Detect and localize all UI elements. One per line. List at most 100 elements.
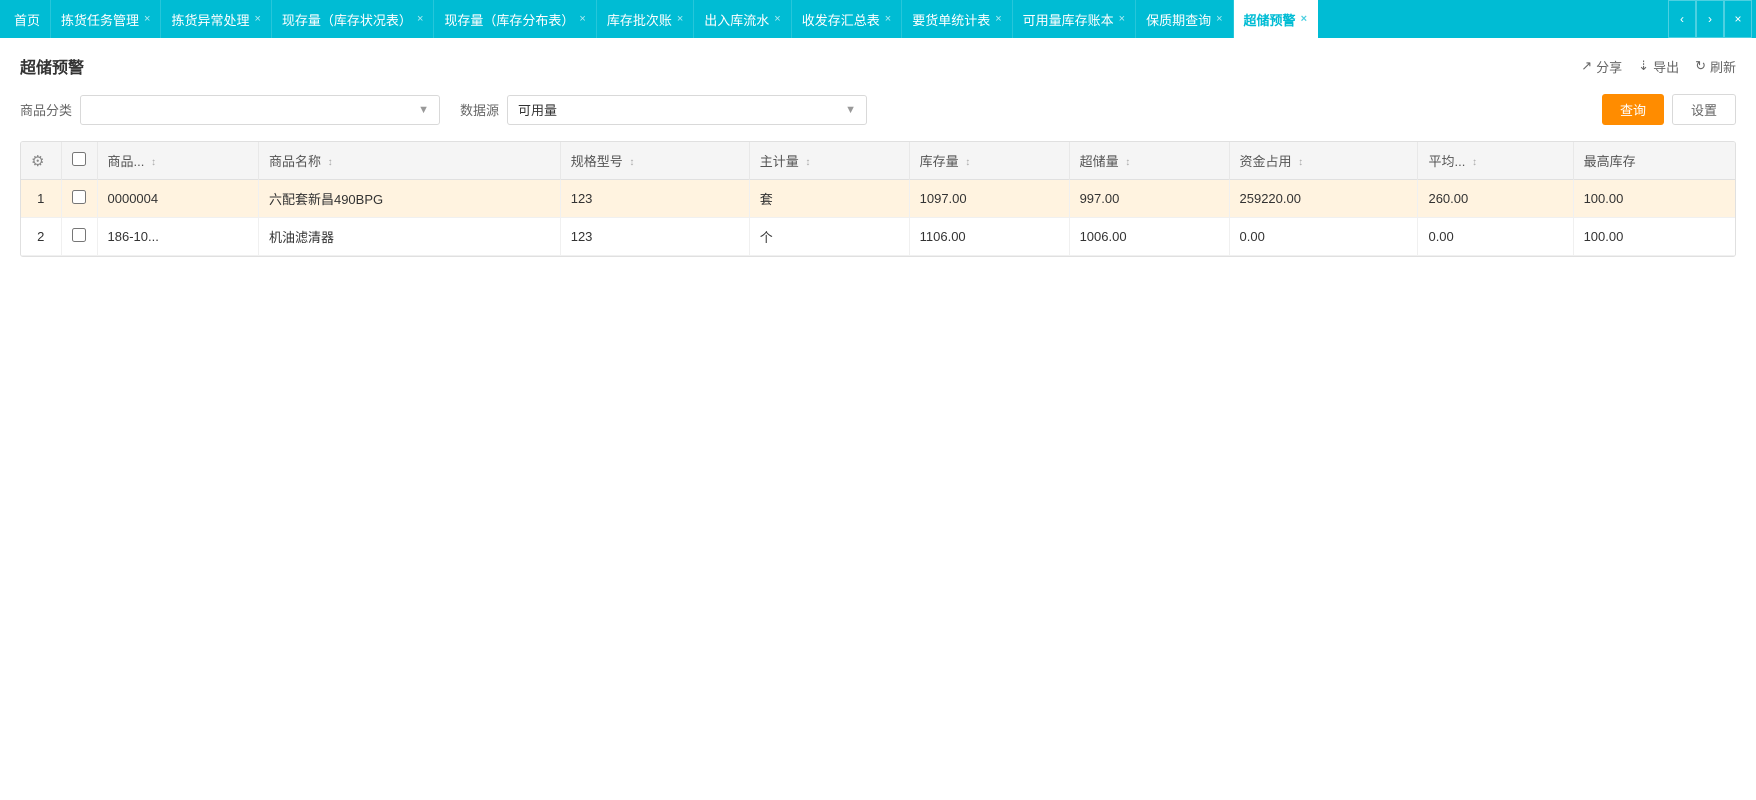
table-row: 1 0000004 六配套新昌490BPG 123 套 1097.00 997.… xyxy=(21,180,1735,218)
th-spec[interactable]: 规格型号 ↕ xyxy=(560,142,749,180)
page-title: 超储预警 xyxy=(20,54,84,78)
th-avg-price[interactable]: 平均... ↕ xyxy=(1418,142,1573,180)
row-checkbox-0[interactable] xyxy=(72,190,86,204)
close-avail-account[interactable]: × xyxy=(1119,13,1125,25)
th-checkbox xyxy=(61,142,97,180)
settings-button[interactable]: 设置 xyxy=(1672,94,1736,125)
nav-flow[interactable]: 出入库流水 × xyxy=(694,0,791,38)
close-pick-task[interactable]: × xyxy=(144,13,150,25)
export-action[interactable]: ⇣ 导出 xyxy=(1638,57,1679,76)
nav-overstock[interactable]: 超储预警 × xyxy=(1234,0,1318,38)
sort-icon-avg-price: ↕ xyxy=(1472,158,1477,168)
td-product-name-0: 六配套新昌490BPG xyxy=(258,180,560,218)
th-max-stock[interactable]: 最高库存 xyxy=(1573,142,1735,180)
product-category-arrow: ▼ xyxy=(418,104,429,116)
page-title-bar: 超储预警 ↗ 分享 ⇣ 导出 ↻ 刷新 xyxy=(20,54,1736,78)
filter-actions: 查询 设置 xyxy=(1602,94,1736,125)
nav-close-arrow[interactable]: × xyxy=(1724,0,1752,38)
nav-home[interactable]: 首页 xyxy=(4,0,51,38)
td-checkbox-1 xyxy=(61,218,97,256)
td-product-name-1: 机油滤清器 xyxy=(258,218,560,256)
td-max-stock-0: 100.00 xyxy=(1573,180,1735,218)
th-stock[interactable]: 库存量 ↕ xyxy=(909,142,1069,180)
close-flow[interactable]: × xyxy=(774,13,780,25)
refresh-icon: ↻ xyxy=(1695,58,1706,74)
sort-icon-product-code: ↕ xyxy=(151,158,156,168)
table-row: 2 186-10... 机油滤清器 123 个 1106.00 1006.00 … xyxy=(21,218,1735,256)
export-icon: ⇣ xyxy=(1638,58,1649,74)
close-order-stat[interactable]: × xyxy=(995,13,1001,25)
td-overstock-1: 1006.00 xyxy=(1069,218,1229,256)
td-avg-price-0: 260.00 xyxy=(1418,180,1573,218)
td-checkbox-0 xyxy=(61,180,97,218)
td-settings-1: 2 xyxy=(21,218,61,256)
td-max-stock-1: 100.00 xyxy=(1573,218,1735,256)
td-product-code-1: 186-10... xyxy=(97,218,258,256)
data-source-value: 可用量 xyxy=(518,100,557,119)
td-stock-0: 1097.00 xyxy=(909,180,1069,218)
sort-icon-capital: ↕ xyxy=(1298,158,1303,168)
td-capital-0: 259220.00 xyxy=(1229,180,1418,218)
nav-recv-summary[interactable]: 收发存汇总表 × xyxy=(792,0,902,38)
nav-stock-status[interactable]: 现存量（库存状况表） × xyxy=(272,0,434,38)
product-category-select[interactable]: ▼ xyxy=(80,95,440,125)
td-settings-0: 1 xyxy=(21,180,61,218)
product-category-label: 商品分类 xyxy=(20,100,72,119)
close-batch-account[interactable]: × xyxy=(677,13,683,25)
th-overstock[interactable]: 超储量 ↕ xyxy=(1069,142,1229,180)
nav-stock-dist[interactable]: 现存量（库存分布表） × xyxy=(434,0,596,38)
close-stock-dist[interactable]: × xyxy=(579,13,585,25)
row-checkbox-1[interactable] xyxy=(72,228,86,242)
data-table: ⚙ 商品... ↕ 商品名称 ↕ 规格型号 ↕ xyxy=(21,142,1735,256)
close-pick-exception[interactable]: × xyxy=(254,13,260,25)
td-stock-1: 1106.00 xyxy=(909,218,1069,256)
th-settings: ⚙ xyxy=(21,142,61,180)
nav-arrow-group: ‹ › × xyxy=(1668,0,1752,38)
td-unit-0: 套 xyxy=(749,180,909,218)
close-recv-summary[interactable]: × xyxy=(885,13,891,25)
th-product-name[interactable]: 商品名称 ↕ xyxy=(258,142,560,180)
close-overstock[interactable]: × xyxy=(1301,13,1307,25)
sort-icon-product-name: ↕ xyxy=(328,158,333,168)
sort-icon-unit: ↕ xyxy=(805,158,810,168)
refresh-action[interactable]: ↻ 刷新 xyxy=(1695,57,1736,76)
td-unit-1: 个 xyxy=(749,218,909,256)
th-unit[interactable]: 主计量 ↕ xyxy=(749,142,909,180)
product-category-group: 商品分类 ▼ xyxy=(20,95,440,125)
page-content: 超储预警 ↗ 分享 ⇣ 导出 ↻ 刷新 商品分类 ▼ 数据源 xyxy=(0,38,1756,800)
th-product-code[interactable]: 商品... ↕ xyxy=(97,142,258,180)
data-source-group: 数据源 可用量 ▼ xyxy=(460,95,867,125)
table-header-row: ⚙ 商品... ↕ 商品名称 ↕ 规格型号 ↕ xyxy=(21,142,1735,180)
table-wrapper: ⚙ 商品... ↕ 商品名称 ↕ 规格型号 ↕ xyxy=(20,141,1736,257)
title-actions: ↗ 分享 ⇣ 导出 ↻ 刷新 xyxy=(1581,57,1736,76)
nav-pick-task[interactable]: 拣货任务管理 × xyxy=(51,0,161,38)
td-spec-1: 123 xyxy=(560,218,749,256)
td-capital-1: 0.00 xyxy=(1229,218,1418,256)
td-avg-price-1: 0.00 xyxy=(1418,218,1573,256)
td-spec-0: 123 xyxy=(560,180,749,218)
data-source-arrow: ▼ xyxy=(845,104,856,116)
share-action[interactable]: ↗ 分享 xyxy=(1581,57,1622,76)
nav-batch-account[interactable]: 库存批次账 × xyxy=(597,0,694,38)
sort-icon-stock: ↕ xyxy=(965,158,970,168)
nav-prev-arrow[interactable]: ‹ xyxy=(1668,0,1696,38)
top-nav: 首页 拣货任务管理 × 拣货异常处理 × 现存量（库存状况表） × 现存量（库存… xyxy=(0,0,1756,38)
nav-pick-exception[interactable]: 拣货异常处理 × xyxy=(161,0,271,38)
close-stock-status[interactable]: × xyxy=(417,13,423,25)
query-button[interactable]: 查询 xyxy=(1602,94,1664,125)
filter-row: 商品分类 ▼ 数据源 可用量 ▼ 查询 设置 xyxy=(20,94,1736,125)
data-source-label: 数据源 xyxy=(460,100,499,119)
nav-order-stat[interactable]: 要货单统计表 × xyxy=(902,0,1012,38)
nav-quality[interactable]: 保质期查询 × xyxy=(1136,0,1233,38)
th-capital[interactable]: 资金占用 ↕ xyxy=(1229,142,1418,180)
td-overstock-0: 997.00 xyxy=(1069,180,1229,218)
close-quality[interactable]: × xyxy=(1216,13,1222,25)
nav-avail-account[interactable]: 可用量库存账本 × xyxy=(1013,0,1136,38)
gear-icon[interactable]: ⚙ xyxy=(31,153,44,170)
data-source-select[interactable]: 可用量 ▼ xyxy=(507,95,867,125)
select-all-checkbox[interactable] xyxy=(72,152,86,166)
sort-icon-spec: ↕ xyxy=(629,158,634,168)
sort-icon-overstock: ↕ xyxy=(1125,158,1130,168)
td-product-code-0: 0000004 xyxy=(97,180,258,218)
nav-next-arrow[interactable]: › xyxy=(1696,0,1724,38)
